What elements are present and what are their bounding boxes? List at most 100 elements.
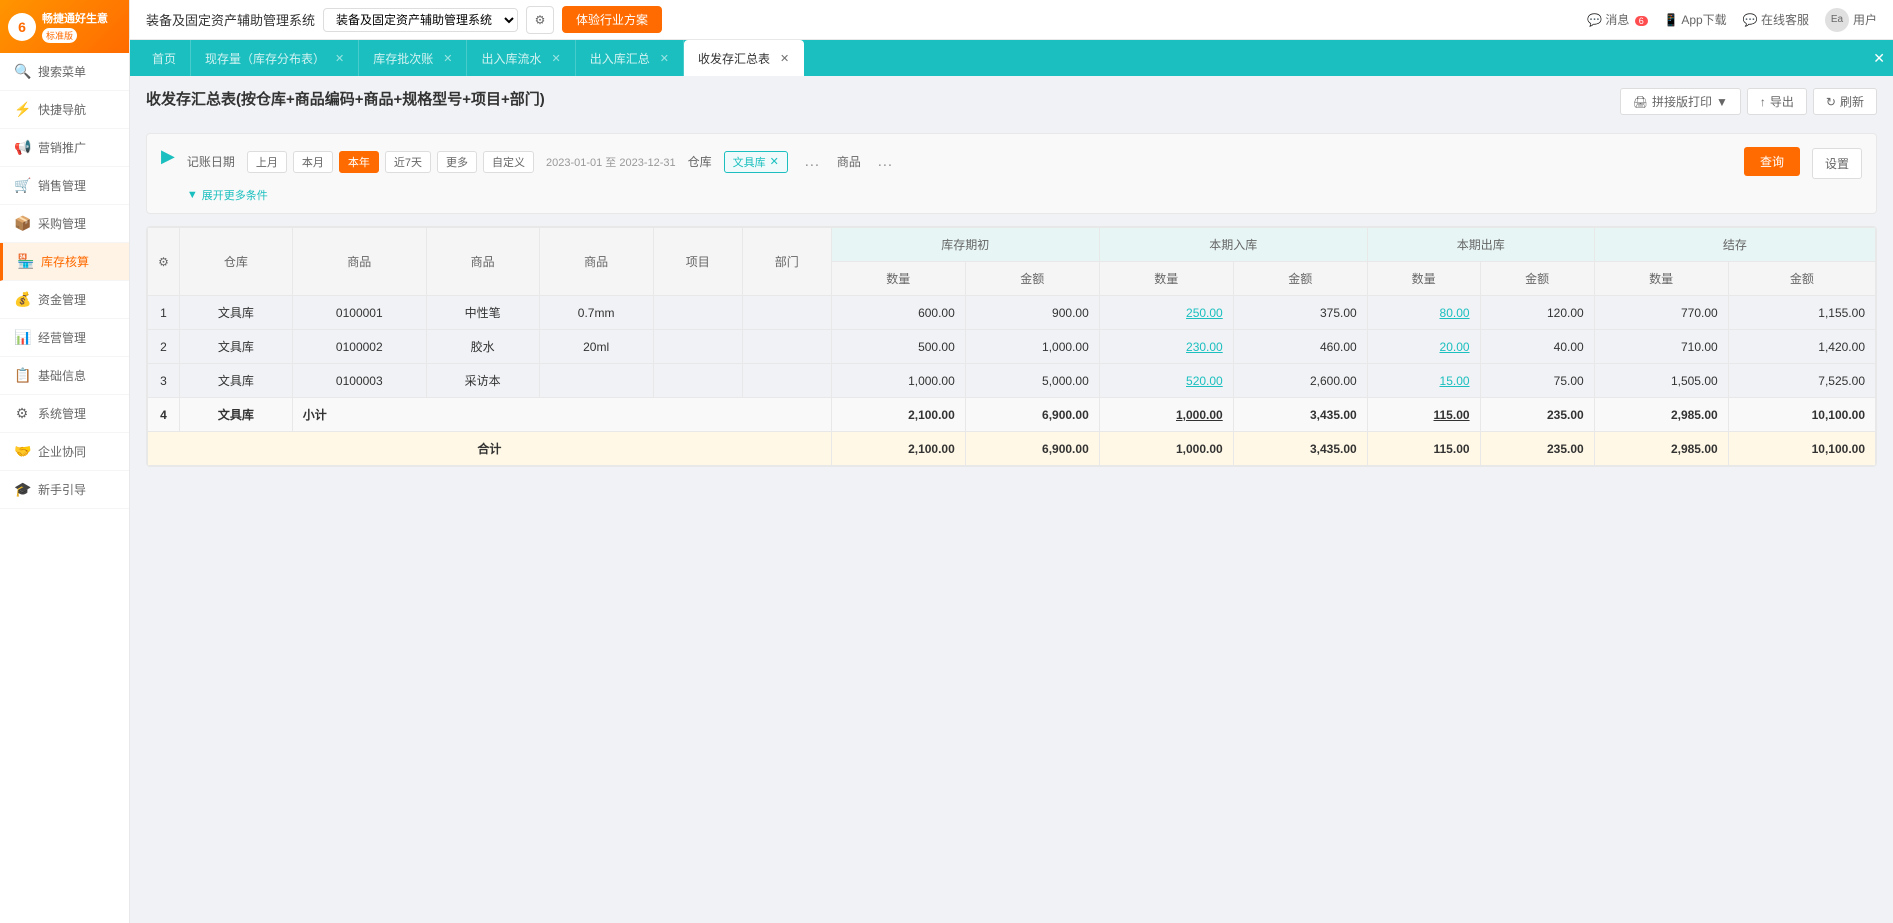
operation-icon: 📊 [14,329,30,346]
tab-4[interactable]: 出入库汇总✕ [576,40,684,76]
th-goods-spec: 商品 [539,228,653,296]
topbar-settings-btn[interactable]: ⚙ [526,6,554,34]
date-btn-this-month[interactable]: 本月 [293,151,333,173]
export-btn[interactable]: ↑ 导出 [1747,88,1807,115]
sidebar-item-search[interactable]: 🔍 搜索菜单 [0,53,129,91]
cell-bal-amt: 1,420.00 [1728,330,1875,364]
refresh-btn[interactable]: ↻ 刷新 [1813,88,1877,115]
cell-department [742,296,831,330]
tab-label-3: 出入库流水 [481,50,541,67]
tab-5[interactable]: 收发存汇总表✕ [684,40,804,76]
online-service-btn[interactable]: 💬 在线客服 [1743,11,1809,28]
th-warehouse: 仓库 [180,228,293,296]
tab-close-5[interactable]: ✕ [780,52,789,65]
sidebar-label-corp: 企业协同 [38,443,86,460]
tab-close-1[interactable]: ✕ [335,52,344,65]
tab-close-3[interactable]: ✕ [552,52,561,65]
table-row: 3 文具库 0100003 采访本 1,000.00 5,000.00 520.… [148,364,1876,398]
user-menu[interactable]: Ea 用户 [1825,8,1877,32]
total-label: 合计 [148,432,832,466]
sidebar-item-sales[interactable]: 🛒 销售管理 [0,167,129,205]
cell-out-qty[interactable]: 20.00 [1367,330,1480,364]
sidebar-item-system[interactable]: ⚙ 系统管理 [0,395,129,433]
goods-label: 商品 [837,153,861,170]
sidebar-item-basic[interactable]: 📋 基础信息 [0,357,129,395]
system-selector[interactable]: 装备及固定资产辅助管理系统 [323,8,518,32]
expand-row: ▼ 展开更多条件 [187,187,1862,203]
search-icon: 🔍 [14,63,30,80]
cell-in-qty[interactable]: 250.00 [1099,296,1233,330]
warehouse-tag: 文具库 ✕ [724,151,788,173]
th-begin-qty: 数量 [831,262,965,296]
total-in-amt: 3,435.00 [1233,432,1367,466]
subtotal-bal-amt: 10,100.00 [1728,398,1875,432]
print-btn[interactable]: 🖨 拼接版打印 ▼ [1620,88,1741,115]
date-btn-prev-month[interactable]: 上月 [247,151,287,173]
warehouse-tag-close[interactable]: ✕ [770,155,779,168]
tab-label-2: 库存批次账 [373,50,433,67]
date-btn-more[interactable]: 更多 [437,151,477,173]
sidebar-item-quick[interactable]: ⚡ 快捷导航 [0,91,129,129]
date-btn-7days[interactable]: 近7天 [385,151,431,173]
subtotal-in-amt: 3,435.00 [1233,398,1367,432]
date-options: 上月 本月 本年 近7天 更多 自定义 [247,151,534,173]
date-label: 记账日期 [187,153,235,170]
date-btn-custom[interactable]: 自定义 [483,151,534,173]
subtotal-in-qty[interactable]: 1,000.00 [1099,398,1233,432]
cell-project [653,364,742,398]
cell-in-amt: 460.00 [1233,330,1367,364]
query-button[interactable]: 查询 [1744,147,1800,176]
trial-button[interactable]: 体验行业方案 [562,6,662,33]
app-download-btn[interactable]: 📱 App下载 [1664,11,1727,28]
subtotal-out-qty[interactable]: 115.00 [1367,398,1480,432]
cell-in-qty[interactable]: 230.00 [1099,330,1233,364]
app-logo: 6 [8,13,36,41]
sidebar-header: 6 畅捷通好生意 标准版 [0,0,129,53]
sales-icon: 🛒 [14,177,30,194]
settings-button[interactable]: 设置 [1812,148,1862,179]
tab-close-4[interactable]: ✕ [660,52,669,65]
goods-more-dots[interactable]: … [877,153,894,171]
sidebar-item-marketing[interactable]: 📢 营销推广 [0,129,129,167]
th-in-qty: 数量 [1099,262,1233,296]
sidebar-item-inventory[interactable]: 🏪 库存核算 [0,243,129,281]
subtotal-label: 小计 [292,398,831,432]
sidebar-label-sales: 销售管理 [38,177,86,194]
cell-warehouse: 文具库 [180,296,293,330]
th-out-qty: 数量 [1367,262,1480,296]
cell-begin-qty: 500.00 [831,330,965,364]
total-begin-qty: 2,100.00 [831,432,965,466]
cell-begin-qty: 600.00 [831,296,965,330]
th-bal-amt: 金额 [1728,262,1875,296]
th-begin-amt: 金额 [965,262,1099,296]
sidebar-item-operation[interactable]: 📊 经营管理 [0,319,129,357]
filter-arrow[interactable]: ▶ [161,146,175,167]
tab-2[interactable]: 库存批次账 ✕ [359,40,467,76]
messages-btn[interactable]: 💬 消息 6 [1587,11,1648,28]
tab-1[interactable]: 现存量（库存分布表）✕ [191,40,359,76]
messages-badge: 6 [1635,16,1648,26]
expand-btn[interactable]: ▼ 展开更多条件 [187,187,1862,203]
sidebar-item-corp[interactable]: 🤝 企业协同 [0,433,129,471]
warehouse-more-dots[interactable]: … [804,153,821,171]
tab-close-2[interactable]: ✕ [443,52,452,65]
cell-goods-spec: 0.7mm [539,296,653,330]
tab-3[interactable]: 出入库流水 ✕ [467,40,575,76]
sidebar-item-newbie[interactable]: 🎓 新手引导 [0,471,129,509]
tabs-close-all-btn[interactable]: ✕ [1873,50,1885,67]
cell-out-qty[interactable]: 80.00 [1367,296,1480,330]
page-title: 收发存汇总表(按仓库+商品编码+商品+规格型号+项目+部门) [146,88,545,109]
sidebar-label-finance: 资金管理 [38,291,86,308]
date-btn-this-year[interactable]: 本年 [339,151,379,173]
main-area: 装备及固定资产辅助管理系统 装备及固定资产辅助管理系统 ⚙ 体验行业方案 💬 消… [130,0,1893,923]
filter-bar: ▶ 记账日期 上月 本月 本年 近7天 更多 自定义 [146,133,1877,214]
sidebar-item-finance[interactable]: 💰 资金管理 [0,281,129,319]
tab-0[interactable]: 首页 [138,40,191,76]
cell-department [742,330,831,364]
cell-in-qty[interactable]: 520.00 [1099,364,1233,398]
sidebar-label-marketing: 营销推广 [38,139,86,156]
sidebar-item-purchase[interactable]: 📦 采购管理 [0,205,129,243]
sidebar-nav: 🔍 搜索菜单 ⚡ 快捷导航 📢 营销推广 🛒 销售管理 📦 采购管理 🏪 库存核… [0,53,129,509]
cell-goods-code: 0100003 [292,364,426,398]
cell-out-qty[interactable]: 15.00 [1367,364,1480,398]
